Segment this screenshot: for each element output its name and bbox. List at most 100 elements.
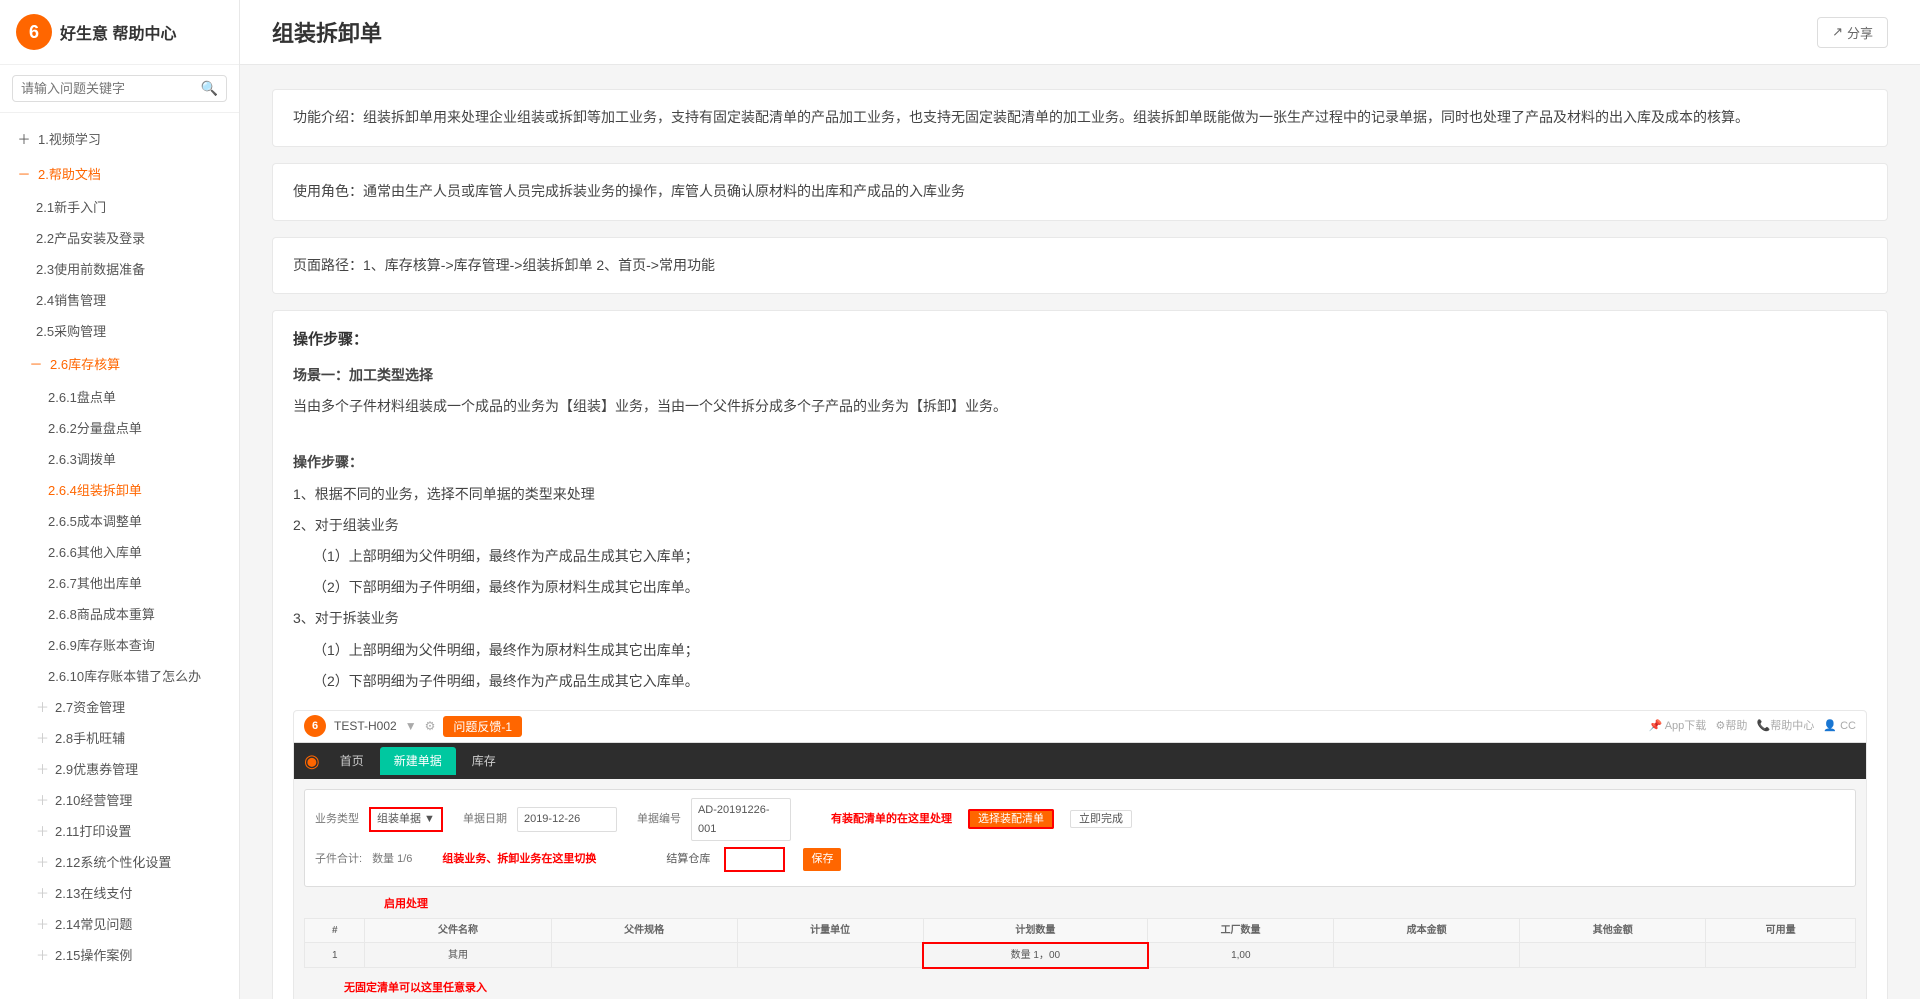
sim-topbar: 6 TEST-H002 ▼ ⚙ 问题反馈-1 📌 App下载 ⚙帮助 📞帮助中心…	[294, 711, 1866, 743]
sidebar-item-s266[interactable]: 2.6.6其他入库单	[0, 536, 239, 567]
sim-nav-logo: ◉	[304, 746, 320, 777]
sim-choose-bom-label[interactable]: 选择装配清单	[968, 809, 1054, 829]
sidebar-item-s24[interactable]: 2.4销售管理	[0, 284, 239, 315]
sidebar-item-s264[interactable]: 2.6.4组装拆卸单	[0, 474, 239, 505]
annotation-nobom-row: 无固定清单可以这里任意录入	[304, 975, 1856, 999]
step1: 1、根据不同的业务，选择不同单据的类型来处理	[293, 482, 1867, 507]
sidebar-item-s28[interactable]: ＋2.8手机旺辅	[0, 722, 239, 753]
sim-annotation-row: 启用处理	[304, 895, 1856, 914]
sidebar-item-s214[interactable]: ＋2.14常见问题	[0, 908, 239, 939]
sim-nav-home[interactable]: 首页	[340, 751, 364, 771]
page-title: 组装拆卸单	[272, 16, 382, 48]
path-text: 页面路径：1、库存核算->库存管理->组装拆卸单 2、首页->常用功能	[293, 254, 1867, 278]
main-header: 组装拆卸单 ↗ 分享	[240, 0, 1920, 65]
sidebar-item-s211[interactable]: ＋2.11打印设置	[0, 815, 239, 846]
sidebar-item-s269[interactable]: 2.6.9库存账本查询	[0, 629, 239, 660]
upper-table: # 父件名称 父件规格 计量单位 计划数量 工厂数量 成本金额 其他金额 可用量	[304, 918, 1856, 969]
sim-nav-inventory[interactable]: 库存	[472, 751, 496, 771]
sim-type-value[interactable]: 组装单据 ▼	[369, 807, 443, 832]
upper-table-header: # 父件名称 父件规格 计量单位 计划数量 工厂数量 成本金额 其他金额 可用量	[305, 918, 1856, 943]
sidebar-item-s213[interactable]: ＋2.13在线支付	[0, 877, 239, 908]
annotation-hasbom: 有装配清单的在这里处理	[831, 810, 952, 829]
path-box: 页面路径：1、库存核算->库存管理->组装拆卸单 2、首页->常用功能	[272, 237, 1888, 295]
step3-2: （2）下部明细为子件明细，最终作为产成品生成其它入库单。	[293, 669, 1867, 694]
sim-count-label: 子件合计:	[315, 850, 362, 869]
sidebar-item-s262[interactable]: 2.6.2分量盘点单	[0, 412, 239, 443]
sidebar-item-s261[interactable]: 2.6.1盘点单	[0, 381, 239, 412]
sidebar-item-s212[interactable]: ＋2.12系统个性化设置	[0, 846, 239, 877]
sidebar-item-s29[interactable]: ＋2.9优惠券管理	[0, 753, 239, 784]
col-factory-qty: 工厂数量	[1148, 918, 1334, 943]
annotation-nobom: 无固定清单可以这里任意录入	[344, 982, 487, 994]
search-icon[interactable]: 🔍	[201, 80, 218, 97]
sim-date-label: 单据日期	[463, 810, 507, 829]
sim-form-row-2: 子件合计: 数量 1/6 组装业务、拆卸业务在这里切换 结算仓库 保存	[315, 847, 1845, 872]
search-box[interactable]: 🔍	[12, 75, 227, 102]
desc-box-2: 使用角色：通常由生产人员或库管人员完成拆装业务的操作，库管人员确认原材料的出库和…	[272, 163, 1888, 221]
sim-nav-tab-neworder[interactable]: 新建单据	[380, 747, 456, 775]
steps-box: 操作步骤： 场景一：加工类型选择 当由多个子件材料组装成一个成品的业务为【组装】…	[272, 310, 1888, 999]
scene1-title: 场景一：加工类型选择	[293, 367, 433, 383]
sim-confirm-label[interactable]: 立即完成	[1070, 810, 1132, 828]
content-area: 功能介绍：组装拆卸单用来处理企业组装或拆卸等加工业务，支持有固定装配清单的产品加…	[240, 65, 1920, 999]
logo-icon: 6	[16, 14, 52, 50]
col-plan-qty: 计划数量	[923, 918, 1147, 943]
annotation-type-switch: 组装业务、拆卸业务在这里切换	[442, 850, 596, 869]
sidebar-item-s26[interactable]: － 2.6库存核算	[0, 346, 239, 381]
sidebar-item-s210[interactable]: ＋2.10经营管理	[0, 784, 239, 815]
scene1-desc: 当由多个子件材料组装成一个成品的业务为【组装】业务，当由一个父件拆分成多个子产品…	[293, 394, 1867, 419]
upper-table-row-1: 1 其用 数量 1，00 1,00	[305, 943, 1856, 968]
upper-table-body: 1 其用 数量 1，00 1,00	[305, 943, 1856, 968]
sim-form-row-1: 业务类型 组装单据 ▼ 单据日期 2019-12-26 单据编号 AD-2019…	[315, 798, 1845, 841]
sim-topbar-right: 📌 App下载 ⚙帮助 📞帮助中心 👤 CC	[1649, 717, 1856, 736]
app-name: 好生意 帮助中心	[60, 20, 176, 44]
sim-topbar-icons: 📌 App下载 ⚙帮助 📞帮助中心 👤 CC	[1649, 717, 1856, 736]
sidebar-item-video[interactable]: ＋ 1.视频学习	[0, 121, 239, 156]
search-input[interactable]	[21, 81, 201, 96]
sim-confirm-btn[interactable]: 立即完成	[1070, 810, 1132, 829]
col-parent-spec: 父件规格	[551, 918, 737, 943]
sidebar-item-s22[interactable]: 2.2产品安装及登录	[0, 222, 239, 253]
sidebar-item-s21[interactable]: 2.1新手入门	[0, 191, 239, 222]
sim-date-value[interactable]: 2019-12-26	[517, 807, 617, 832]
sim-warehouse-label: 结算仓库	[666, 850, 710, 869]
plus-icon: ＋	[16, 131, 32, 147]
sim-warehouse-input[interactable]	[724, 847, 785, 872]
col-available: 可用量	[1706, 918, 1856, 943]
sidebar-item-s265[interactable]: 2.6.5成本调整单	[0, 505, 239, 536]
col-unit: 计量单位	[737, 918, 923, 943]
step-content: 场景一：加工类型选择 当由多个子件材料组装成一个成品的业务为【组装】业务，当由一…	[293, 363, 1867, 694]
desc-text-1: 功能介绍：组装拆卸单用来处理企业组装或拆卸等加工业务，支持有固定装配清单的产品加…	[293, 106, 1867, 130]
sidebar-item-s25[interactable]: 2.5采购管理	[0, 315, 239, 346]
sidebar-item-s23[interactable]: 2.3使用前数据准备	[0, 253, 239, 284]
sidebar-item-s268[interactable]: 2.6.8商品成本重算	[0, 598, 239, 629]
sim-type-label: 业务类型	[315, 810, 359, 829]
sidebar-item-s2610[interactable]: 2.6.10库存账本错了怎么办	[0, 660, 239, 691]
sim-topbar-id: TEST-H002	[334, 716, 397, 736]
sim-choose-bom-btn[interactable]: 选择装配清单	[968, 810, 1054, 829]
sidebar-item-s27[interactable]: ＋2.7资金管理	[0, 691, 239, 722]
main-content: 组装拆卸单 ↗ 分享 功能介绍：组装拆卸单用来处理企业组装或拆卸等加工业务，支持…	[240, 0, 1920, 999]
sidebar-item-docs[interactable]: － 2.帮助文档	[0, 156, 239, 191]
share-button[interactable]: ↗ 分享	[1817, 17, 1888, 48]
minus-icon: －	[16, 166, 32, 182]
sim-feedback-btn[interactable]: 问题反馈-1	[443, 716, 522, 737]
share-icon: ↗	[1832, 24, 1843, 40]
annotation-process: 启用处理	[384, 895, 428, 914]
logo-area: 6 好生意 帮助中心	[0, 0, 239, 65]
search-area: 🔍	[0, 65, 239, 113]
sidebar-item-s215[interactable]: ＋2.15操作案例	[0, 939, 239, 970]
sim-id-label: 单据编号	[637, 810, 681, 829]
sidebar-item-s263[interactable]: 2.6.3调拨单	[0, 443, 239, 474]
sim-form-area: 业务类型 组装单据 ▼ 单据日期 2019-12-26 单据编号 AD-2019…	[304, 789, 1856, 887]
step2-1: （1）上部明细为父件明细，最终作为产成品生成其它入库单；	[293, 544, 1867, 569]
step3: 3、对于拆装业务	[293, 606, 1867, 631]
steps-subtitle: 操作步骤：	[293, 454, 363, 470]
sim-save-btn[interactable]: 保存	[803, 848, 841, 871]
sim-id-value[interactable]: AD-20191226-001	[691, 798, 791, 841]
sim-nav: ◉ 首页 新建单据 库存	[294, 743, 1866, 779]
desc-text-2: 使用角色：通常由生产人员或库管人员完成拆装业务的操作，库管人员确认原材料的出库和…	[293, 180, 1867, 204]
sidebar-item-s267[interactable]: 2.6.7其他出库单	[0, 567, 239, 598]
step3-1: （1）上部明细为父件明细，最终作为原材料生成其它出库单；	[293, 638, 1867, 663]
nav-list: ＋ 1.视频学习 － 2.帮助文档 2.1新手入门 2.2产品安装及登录 2.3…	[0, 113, 239, 978]
